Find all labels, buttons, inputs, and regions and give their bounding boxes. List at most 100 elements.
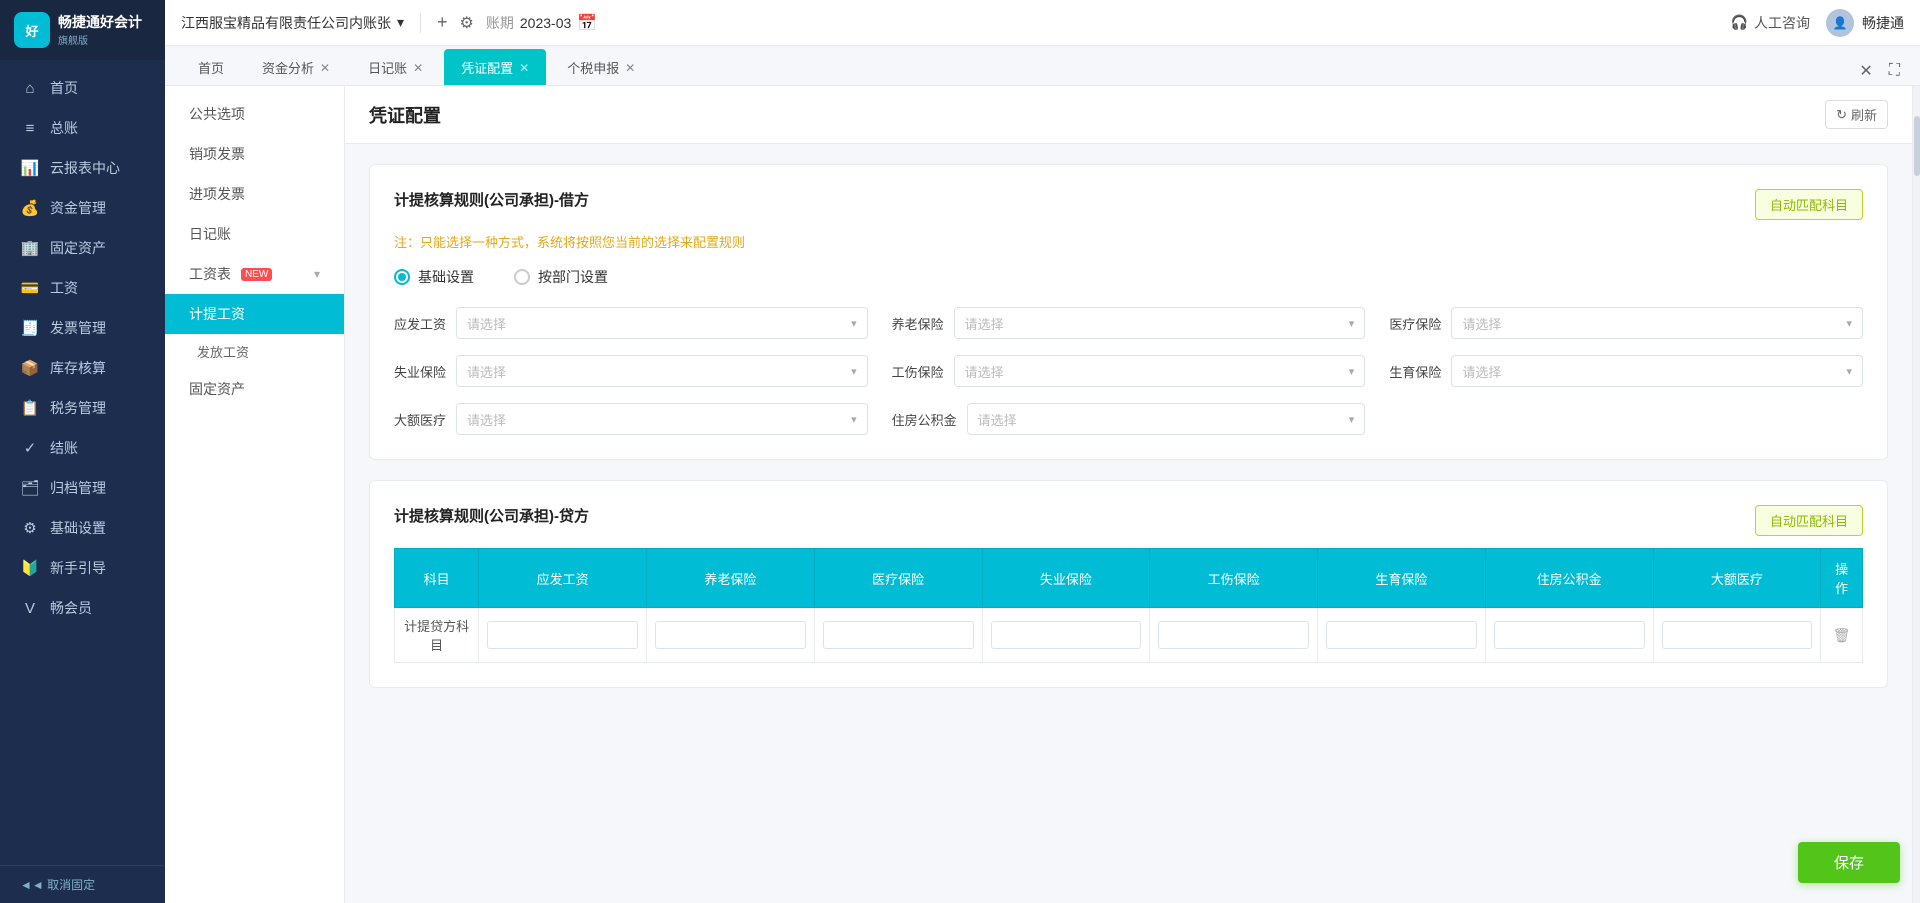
tabs-actions: ✕ ⛶ [1855, 57, 1904, 85]
radio-basic-setting[interactable]: 基础设置 [394, 267, 474, 287]
refresh-button[interactable]: ↻ 刷新 [1825, 100, 1888, 129]
sidebar-item-inventory[interactable]: 📦 库存核算 [0, 348, 165, 388]
menu-item-calc-wages-active[interactable]: 计提工资 [165, 294, 344, 334]
row-large-medical-input[interactable] [1662, 621, 1813, 649]
checkout-icon: ✓ [20, 439, 40, 457]
col-injury: 工伤保险 [1150, 549, 1318, 608]
injury-select[interactable]: 请选择 ▾ [954, 355, 1366, 387]
menu-sub-pay-wages[interactable]: 发放工资 [165, 334, 344, 369]
salary-label: 应发工资 [394, 314, 446, 333]
tab-journal[interactable]: 日记账 ✕ [351, 49, 440, 85]
period-label: 账期 [486, 13, 514, 33]
pension-select[interactable]: 请选择 ▾ [954, 307, 1366, 339]
right-scrollbar[interactable] [1912, 86, 1920, 903]
capital-icon: 💰 [20, 199, 40, 217]
row-housing-input-cell [1485, 608, 1653, 663]
large-medical-select-arrow: ▾ [851, 413, 857, 426]
sidebar: 好 畅捷通好会计 旗舰版 ⌂ 首页 ≡ 总账 📊 云报表中心 💰 资金管理 🏢 … [0, 0, 165, 903]
close-all-tabs-button[interactable]: ✕ [1855, 57, 1876, 85]
col-pension: 养老保险 [647, 549, 815, 608]
maternity-select[interactable]: 请选择 ▾ [1451, 355, 1863, 387]
page-title: 凭证配置 [369, 102, 441, 128]
save-button[interactable]: 保存 [1798, 842, 1900, 883]
col-subject: 科目 [395, 549, 479, 608]
new-badge: NEW [241, 268, 272, 281]
row-salary-input[interactable] [487, 621, 638, 649]
row-pension-input[interactable] [655, 621, 806, 649]
row-housing-input[interactable] [1494, 621, 1645, 649]
tab-capital-close[interactable]: ✕ [320, 61, 330, 75]
tab-voucher[interactable]: 凭证配置 ✕ [444, 49, 546, 85]
sidebar-item-checkout[interactable]: ✓ 结账 [0, 428, 165, 468]
calendar-icon[interactable]: 📅 [577, 13, 597, 33]
debit-auto-match-button[interactable]: 自动匹配科目 [1755, 189, 1863, 220]
setting-mode-radio-group: 基础设置 按部门设置 [394, 267, 1863, 287]
delete-row-button[interactable]: 🗑 [1833, 627, 1851, 644]
company-dropdown-icon: ▾ [397, 14, 404, 31]
unemployment-select[interactable]: 请选择 ▾ [456, 355, 868, 387]
sidebar-item-salary[interactable]: 💳 工资 [0, 268, 165, 308]
form-item-pension: 养老保险 请选择 ▾ [892, 307, 1366, 339]
tab-voucher-close[interactable]: ✕ [519, 61, 529, 75]
add-tab-button[interactable]: + [437, 12, 448, 33]
sidebar-item-archive[interactable]: 🗂 归档管理 [0, 468, 165, 508]
service-button[interactable]: 🎧 人工咨询 [1731, 13, 1810, 33]
credit-section-title: 计提核算规则(公司承担)-贷方 [394, 505, 589, 526]
large-medical-select[interactable]: 请选择 ▾ [456, 403, 868, 435]
radio-dept-setting[interactable]: 按部门设置 [514, 267, 608, 287]
menu-item-purchase[interactable]: 进项发票 [165, 174, 344, 214]
row-injury-input-cell [1150, 608, 1318, 663]
row-maternity-input[interactable] [1326, 621, 1477, 649]
tab-home[interactable]: 首页 [181, 49, 241, 85]
sidebar-item-vip[interactable]: V 畅会员 [0, 588, 165, 628]
debit-form-grid: 应发工资 请选择 ▾ 养老保险 请选择 ▾ [394, 307, 1863, 435]
menu-item-wages[interactable]: 工资表 NEW ▾ [165, 254, 344, 294]
sidebar-item-home[interactable]: ⌂ 首页 [0, 68, 165, 108]
tab-capital[interactable]: 资金分析 ✕ [245, 49, 347, 85]
sidebar-item-assets[interactable]: 🏢 固定资产 [0, 228, 165, 268]
salary-select[interactable]: 请选择 ▾ [456, 307, 868, 339]
user-profile[interactable]: 👤 畅捷通 [1826, 9, 1904, 37]
sidebar-item-ledger[interactable]: ≡ 总账 [0, 108, 165, 148]
sidebar-item-guide[interactable]: 🔰 新手引导 [0, 548, 165, 588]
sidebar-item-invoice[interactable]: 🧾 发票管理 [0, 308, 165, 348]
company-selector[interactable]: 江西服宝精品有限责任公司内账张 ▾ [181, 13, 404, 33]
housing-select[interactable]: 请选择 ▾ [967, 403, 1366, 435]
sidebar-item-tax[interactable]: 📋 税务管理 [0, 388, 165, 428]
row-medical-input[interactable] [823, 621, 974, 649]
medical-select[interactable]: 请选择 ▾ [1451, 307, 1863, 339]
settings-gear-icon[interactable]: ⚙ [460, 13, 474, 33]
table-row: 计提贷方科目 🗑 [395, 608, 1863, 663]
credit-auto-match-button[interactable]: 自动匹配科目 [1755, 505, 1863, 536]
row-pension-input-cell [647, 608, 815, 663]
tab-journal-close[interactable]: ✕ [413, 61, 423, 75]
menu-item-public[interactable]: 公共选项 [165, 94, 344, 134]
row-action-cell: 🗑 [1821, 608, 1863, 663]
maternity-label: 生育保险 [1389, 362, 1441, 381]
tab-tax[interactable]: 个税申报 ✕ [550, 49, 652, 85]
main-area: 江西服宝精品有限责任公司内账张 ▾ + ⚙ 账期 2023-03 📅 🎧 人工咨… [165, 0, 1920, 903]
sidebar-item-capital[interactable]: 💰 资金管理 [0, 188, 165, 228]
form-item-injury: 工伤保险 请选择 ▾ [892, 355, 1366, 387]
housing-select-arrow: ▾ [1349, 413, 1355, 426]
invoice-icon: 🧾 [20, 319, 40, 337]
tab-home-label: 首页 [198, 58, 224, 77]
row-unemployment-input[interactable] [991, 621, 1142, 649]
app-name: 畅捷通好会计 [58, 13, 142, 31]
form-item-large-medical: 大额医疗 请选择 ▾ [394, 403, 868, 435]
maternity-select-arrow: ▾ [1846, 365, 1852, 378]
left-menu: 公共选项 销项发票 进项发票 日记账 工资表 NEW ▾ 计提工资 计提工资 [165, 86, 345, 903]
sidebar-nav: ⌂ 首页 ≡ 总账 📊 云报表中心 💰 资金管理 🏢 固定资产 💳 工资 🧾 发… [0, 60, 165, 865]
period-value: 2023-03 [520, 15, 571, 31]
sidebar-item-basic[interactable]: ⚙ 基础设置 [0, 508, 165, 548]
assets-icon: 🏢 [20, 239, 40, 257]
unfix-sidebar-button[interactable]: ◄◄ 取消固定 [0, 865, 165, 903]
menu-item-journal[interactable]: 日记账 [165, 214, 344, 254]
row-injury-input[interactable] [1158, 621, 1309, 649]
credit-table: 科目 应发工资 养老保险 医疗保险 失业保险 工伤保险 生育保险 住房公积金 大… [394, 548, 1863, 663]
expand-button[interactable]: ⛶ [1885, 58, 1904, 84]
menu-item-sales[interactable]: 销项发票 [165, 134, 344, 174]
menu-item-fixed-assets[interactable]: 固定资产 [165, 369, 344, 409]
sidebar-item-reports[interactable]: 📊 云报表中心 [0, 148, 165, 188]
tab-tax-close[interactable]: ✕ [625, 61, 635, 75]
